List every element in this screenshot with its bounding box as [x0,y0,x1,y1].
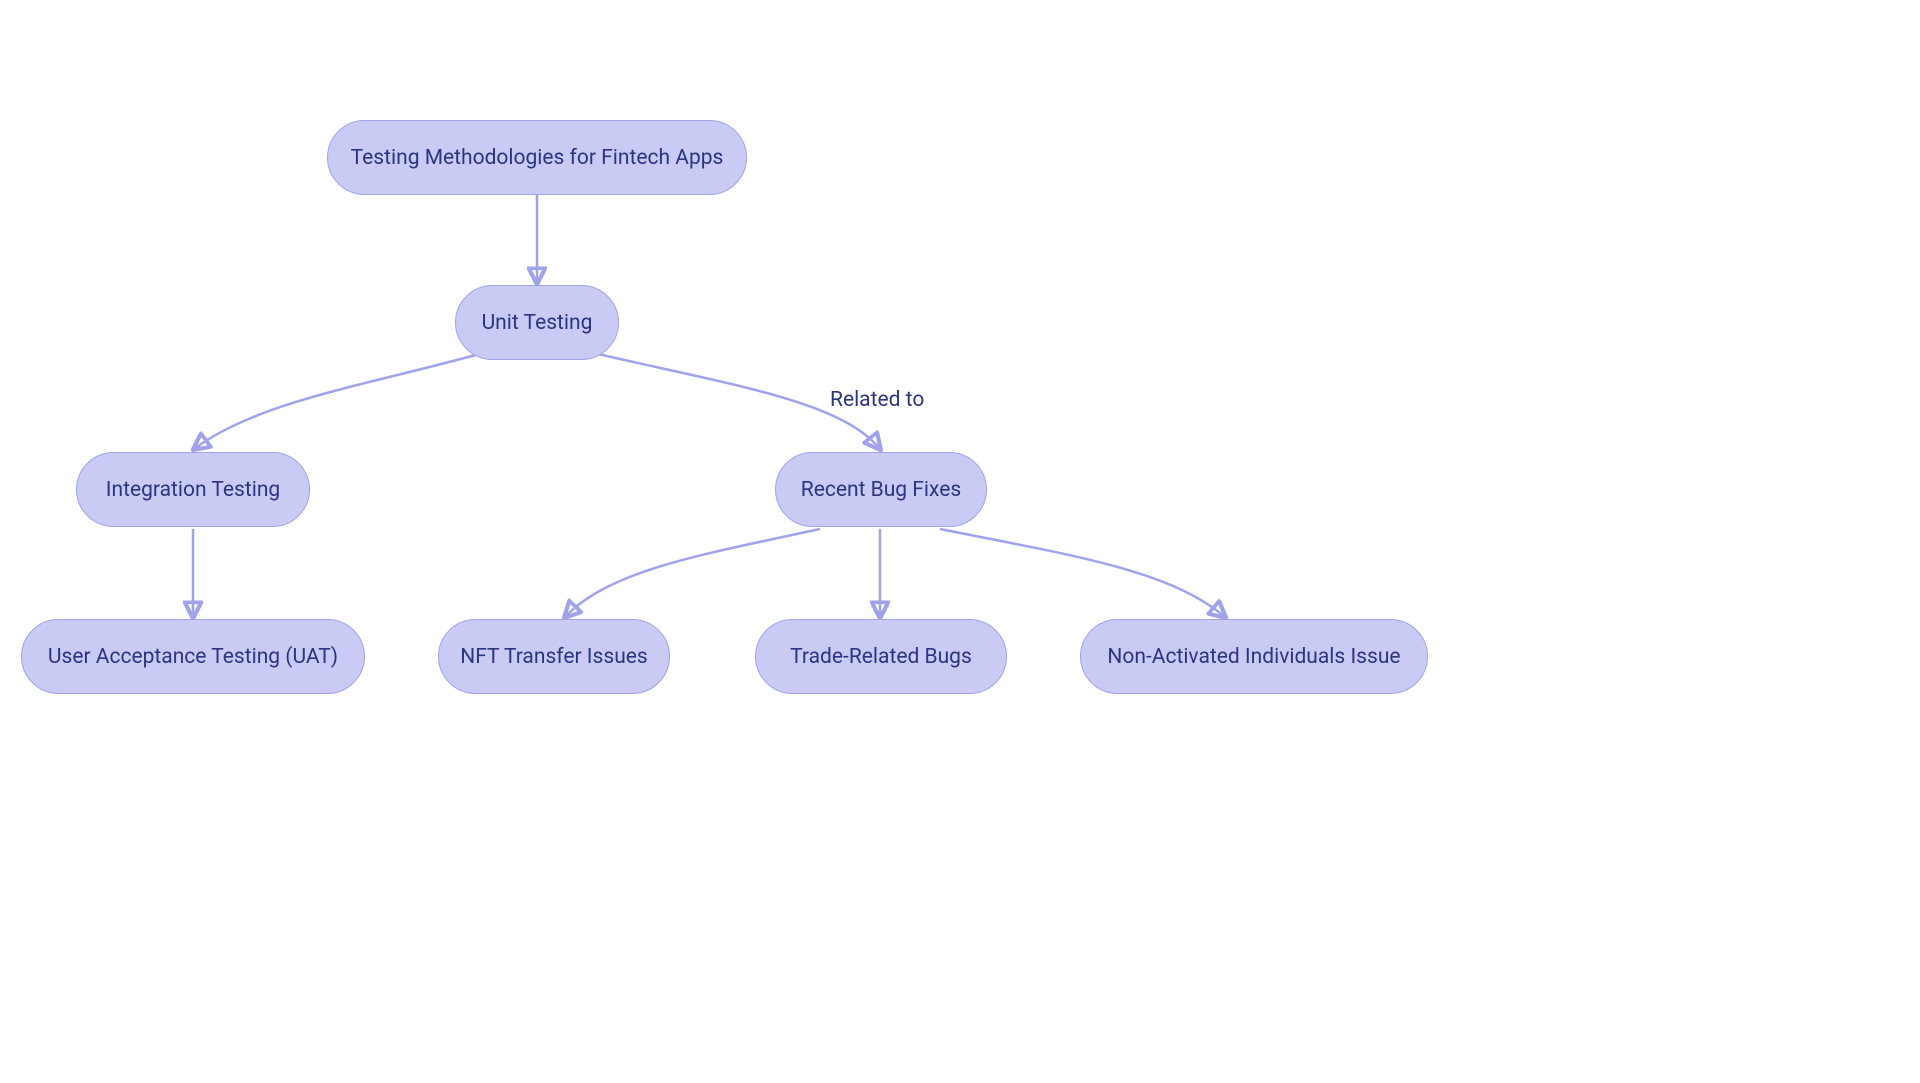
node-uat-label: User Acceptance Testing (UAT) [48,645,338,669]
node-nonact-label: Non-Activated Individuals Issue [1107,645,1400,669]
node-title: Testing Methodologies for Fintech Apps [327,120,747,195]
node-uat: User Acceptance Testing (UAT) [21,619,365,694]
node-unit-testing: Unit Testing [455,285,619,360]
node-trade-related-bugs: Trade-Related Bugs [755,619,1007,694]
edge-label-related-to: Related to [830,388,924,412]
node-integration-testing: Integration Testing [76,452,310,527]
edge-label-text: Related to [830,388,924,412]
node-integration-label: Integration Testing [106,478,280,502]
node-unit-label: Unit Testing [482,311,593,335]
node-recent-bug-fixes: Recent Bug Fixes [775,452,987,527]
edges-layer [0,0,1920,1083]
node-nft-transfer-issues: NFT Transfer Issues [438,619,670,694]
node-non-activated-individuals: Non-Activated Individuals Issue [1080,619,1428,694]
node-trade-label: Trade-Related Bugs [790,645,972,669]
edge-bugs-to-nft [565,529,820,617]
node-title-label: Testing Methodologies for Fintech Apps [351,146,724,170]
node-nft-label: NFT Transfer Issues [460,645,648,669]
node-bugs-label: Recent Bug Fixes [801,478,961,502]
edge-unit-to-integration [194,351,490,449]
edge-bugs-to-nonact [940,529,1225,617]
